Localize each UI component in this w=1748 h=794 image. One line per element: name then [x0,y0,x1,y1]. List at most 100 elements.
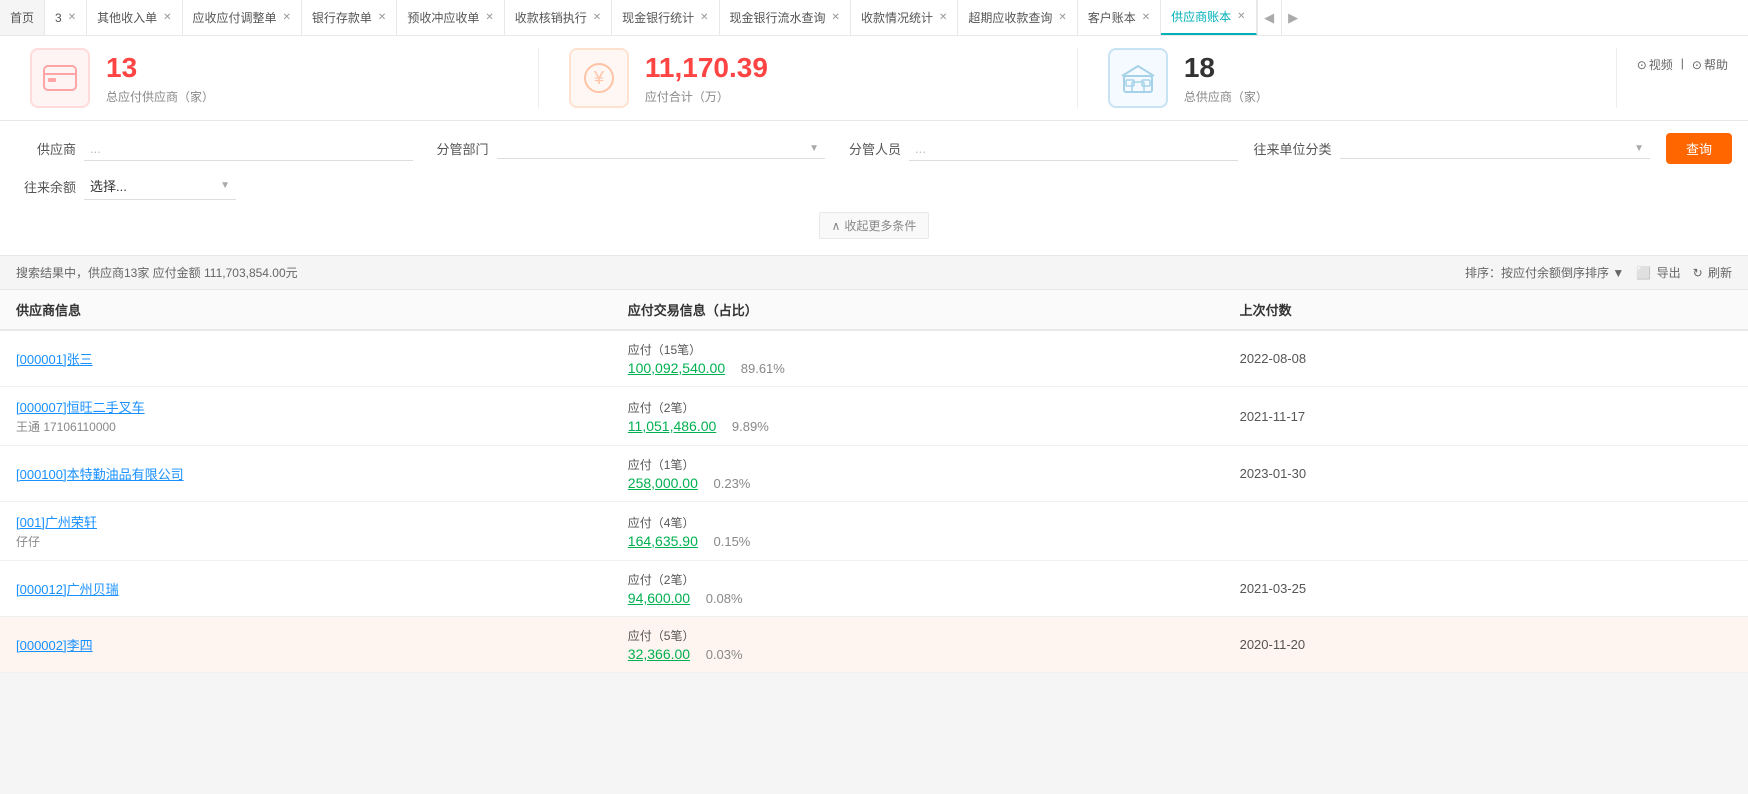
extra-cell [1573,561,1748,617]
payable-label: 应付（15笔） [628,341,1208,358]
table-row: [000100]本特勤油品有限公司 应付（1笔） 258,000.00 0.23… [0,446,1748,502]
extra-cell [1573,617,1748,673]
search-button[interactable]: 查询 [1666,133,1732,164]
supplier-link[interactable]: [000001]张三 [16,352,93,367]
nav-tab-cashstat-close[interactable]: ✕ [700,12,708,23]
filter-supplier-input[interactable] [84,137,413,161]
top-nav: 首页 3 ✕ 其他收入单 ✕ 应收应付调整单 ✕ 银行存款单 ✕ 预收冲应收单 … [0,0,1748,36]
filter-person: 分管人员 [841,137,1238,161]
nav-tab-prepay-close[interactable]: ✕ [485,12,493,23]
filter-dept-select[interactable]: ▼ [497,139,826,159]
nav-tab-prepay-label: 预收冲应收单 [407,9,479,26]
stat-card-total: ¥ 11,170.39 应付合计（万） [539,48,1078,108]
nav-tab-verify[interactable]: 收款核销执行 ✕ [505,0,612,35]
percent-value: 0.03% [706,647,743,662]
amount-link[interactable]: 164,635.90 [628,533,698,549]
filter-category-select[interactable]: ▼ [1340,139,1650,159]
filter-category: 往来单位分类 ▼ [1254,139,1651,159]
amount-link[interactable]: 100,092,540.00 [628,360,725,376]
nav-tab-overdue[interactable]: 超期应收款查询 ✕ [958,0,1077,35]
stat-card-all-suppliers: 18 总供应商（家） [1078,48,1617,108]
nav-prev-button[interactable]: ◀ [1257,0,1281,35]
th-lastpay: 上次付数 [1224,290,1574,330]
collapse-label: 收起更多条件 [844,217,916,234]
nav-tab-3-close[interactable]: ✕ [68,12,76,23]
supplier-link[interactable]: [001]广州荣轩 [16,515,97,530]
stat-card-suppliers: 13 总应付供应商（家） [0,48,539,108]
nav-tab-cashflow[interactable]: 现金银行流水查询 ✕ [720,0,851,35]
stats-links: ⊙视频 | ⊙帮助 [1617,48,1748,108]
payable-info: 应付（5笔） 32,366.00 0.03% [628,627,1208,662]
filter-balance-arrow-icon: ▼ [220,180,230,191]
filter-area: 供应商 分管部门 ▼ 分管人员 往来单位分类 ▼ 查询 [0,121,1748,256]
last-pay-date: 2021-11-17 [1240,409,1306,424]
nav-tab-income-close[interactable]: ✕ [163,12,171,23]
result-actions: 排序：按应付余额倒序排序 ▼ ⬜ 导出 ↻ 刷新 [1465,264,1732,281]
stat-label-all-suppliers: 总供应商（家） [1184,88,1268,105]
last-pay-date: 2021-03-25 [1240,581,1307,596]
nav-tab-adjust[interactable]: 应收应付调整单 ✕ [183,0,302,35]
export-button[interactable]: ⬜ 导出 [1636,264,1680,281]
stat-number-total: 11,170.39 [645,51,768,85]
nav-tab-receiptstat[interactable]: 收款情况统计 ✕ [851,0,958,35]
collapse-button[interactable]: ∧ 收起更多条件 [819,212,930,239]
stat-icon-total: ¥ [569,48,629,108]
video-link[interactable]: ⊙视频 [1637,56,1673,73]
filter-dept-label: 分管部门 [429,139,489,158]
supplier-link[interactable]: [000002]李四 [16,638,93,653]
payable-cell: 应付（2笔） 11,051,486.00 9.89% [612,387,1224,446]
stat-info-all-suppliers: 18 总供应商（家） [1184,51,1268,106]
nav-tab-verify-close[interactable]: ✕ [593,12,601,23]
supplier-link[interactable]: [000100]本特勤油品有限公司 [16,467,184,482]
amount-link[interactable]: 11,051,486.00 [628,418,717,434]
payable-info: 应付（4笔） 164,635.90 0.15% [628,514,1208,549]
nav-tab-customerbook-close[interactable]: ✕ [1142,12,1150,23]
nav-tab-cashflow-close[interactable]: ✕ [832,12,840,23]
filter-balance-select[interactable]: 选择... ▼ [84,172,236,200]
nav-tab-3-label: 3 [55,11,62,25]
nav-tab-3[interactable]: 3 ✕ [45,0,87,35]
last-pay-date: 2023-01-30 [1240,466,1307,481]
nav-tab-home[interactable]: 首页 [0,0,45,35]
nav-tab-home-label: 首页 [10,9,34,26]
payable-cell: 应付（1笔） 258,000.00 0.23% [612,446,1224,502]
payable-info: 应付（1笔） 258,000.00 0.23% [628,456,1208,491]
nav-tab-overdue-close[interactable]: ✕ [1058,12,1066,23]
supplier-link[interactable]: [000012]广州贝瑞 [16,582,119,597]
lastpay-cell: 2022-08-08 [1224,330,1574,387]
help-link[interactable]: ⊙帮助 [1692,56,1728,73]
th-extra [1573,290,1748,330]
table-row: [000002]李四 应付（5笔） 32,366.00 0.03% 2020-1… [0,617,1748,673]
nav-next-button[interactable]: ▶ [1281,0,1305,35]
nav-tab-supplierbook-close[interactable]: ✕ [1237,11,1245,22]
sort-label[interactable]: 排序：按应付余额倒序排序 ▼ [1465,264,1624,281]
filter-person-input[interactable] [909,137,1238,161]
stat-number-suppliers: 13 [106,51,214,85]
nav-tab-supplierbook[interactable]: 供应商账本 ✕ [1161,0,1256,35]
amount-link[interactable]: 32,366.00 [628,646,690,662]
nav-tab-adjust-close[interactable]: ✕ [283,12,291,23]
nav-tab-income[interactable]: 其他收入单 ✕ [87,0,182,35]
nav-tab-cashstat[interactable]: 现金银行统计 ✕ [612,0,719,35]
extra-cell [1573,330,1748,387]
nav-tab-receiptstat-close[interactable]: ✕ [939,12,947,23]
supplier-link[interactable]: [000007]恒旺二手叉车 [16,400,145,415]
lastpay-cell [1224,502,1574,561]
nav-tab-customerbook[interactable]: 客户账本 ✕ [1078,0,1161,35]
stats-bar: 13 总应付供应商（家） ¥ 11,170.39 应付合计（万） [0,36,1748,121]
amount-link[interactable]: 258,000.00 [628,475,698,491]
links-divider: | [1681,56,1684,70]
filter-balance-value: 选择... [90,176,127,195]
nav-tab-bank-label: 银行存款单 [312,9,372,26]
nav-tab-prepay[interactable]: 预收冲应收单 ✕ [397,0,504,35]
payable-cell: 应付（15笔） 100,092,540.00 89.61% [612,330,1224,387]
amount-link[interactable]: 94,600.00 [628,590,690,606]
table-row: [000012]广州贝瑞 应付（2笔） 94,600.00 0.08% 2021… [0,561,1748,617]
nav-tab-bank[interactable]: 银行存款单 ✕ [302,0,397,35]
table-row: [000007]恒旺二手叉车 王通 17106110000 应付（2笔） 11,… [0,387,1748,446]
result-bar: 搜索结果中，供应商13家 应付金额 111,703,854.00元 排序：按应付… [0,256,1748,290]
refresh-button[interactable]: ↻ 刷新 [1693,264,1732,281]
result-summary: 搜索结果中，供应商13家 应付金额 111,703,854.00元 [16,264,298,281]
filter-dept-arrow-icon: ▼ [809,143,819,154]
nav-tab-bank-close[interactable]: ✕ [378,12,386,23]
